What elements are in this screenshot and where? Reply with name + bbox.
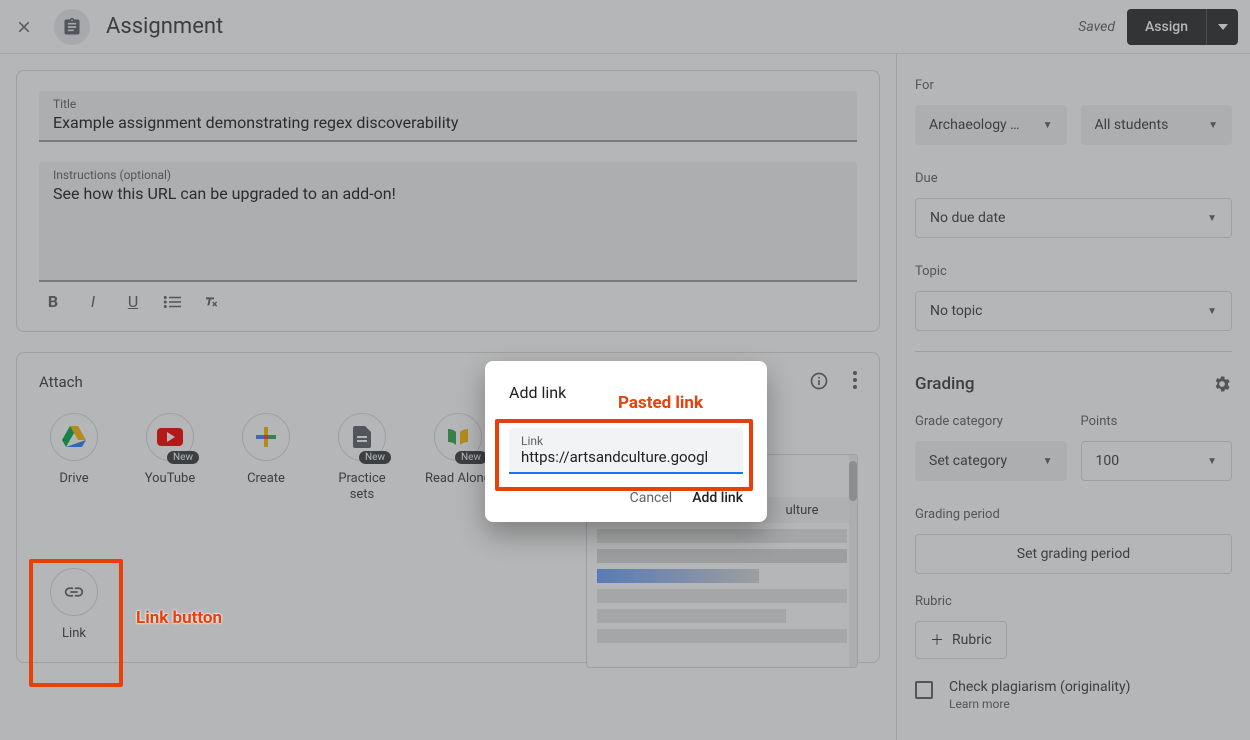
add-link-button[interactable]: Add link (692, 490, 743, 506)
annotation-text-pasted-link: Pasted link (618, 393, 703, 413)
annotation-text-link-button: Link button (136, 608, 222, 628)
link-input[interactable]: Link https://artsandculture.googl (509, 428, 743, 474)
cancel-button[interactable]: Cancel (630, 490, 673, 506)
add-link-dialog: Add link Link https://artsandculture.goo… (485, 361, 767, 522)
link-input-label: Link (521, 434, 731, 448)
link-input-value: https://artsandculture.googl (521, 448, 731, 466)
